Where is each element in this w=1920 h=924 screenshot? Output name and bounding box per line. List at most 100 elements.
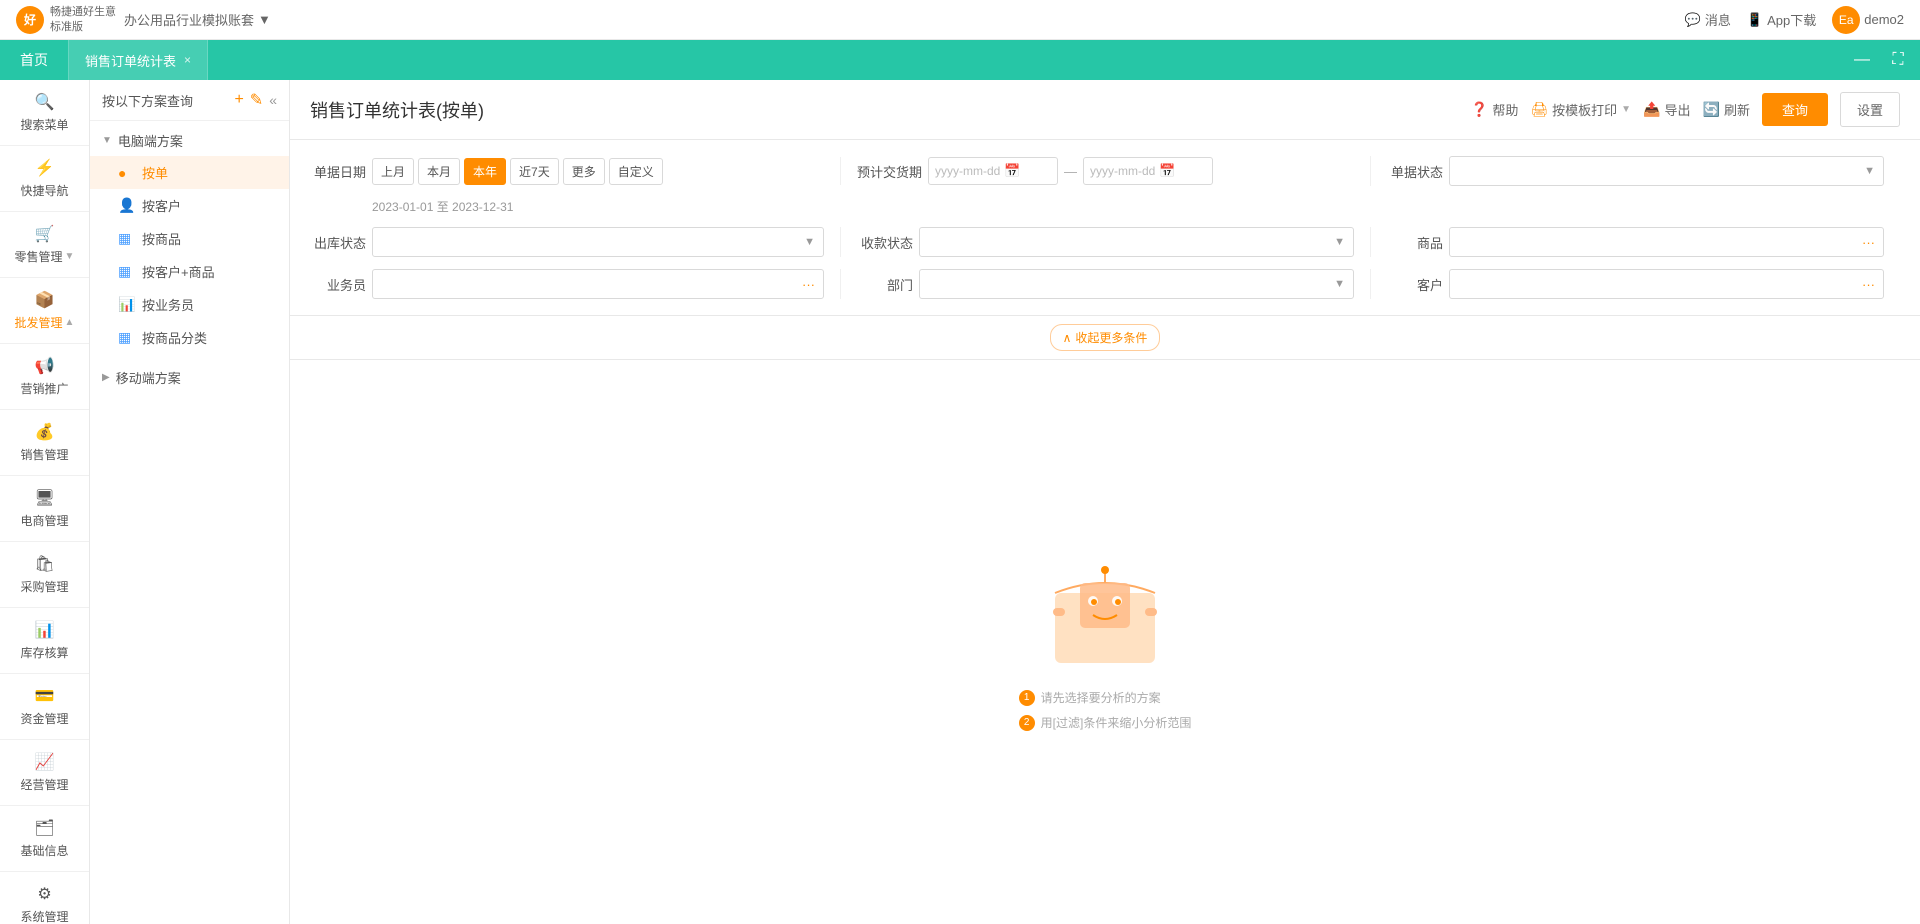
date-filter-col: 单据日期 上月 本月 本年 近7天 更多 自定义 xyxy=(310,158,840,185)
sidebar-item-marketing[interactable]: 📢 营销推广 xyxy=(0,344,89,410)
tab-minimize-icon[interactable]: — xyxy=(1848,46,1876,74)
customer-input[interactable]: ··· xyxy=(1449,269,1884,299)
salesman-dots[interactable]: ··· xyxy=(802,277,815,292)
by-cust-goods-icon: ▦ xyxy=(118,263,134,280)
tab-maximize-icon[interactable]: ⛶ xyxy=(1884,46,1912,74)
system-icon: ⚙ xyxy=(37,884,51,904)
status-select-arrow: ▼ xyxy=(1864,165,1875,177)
download-icon: 📱 xyxy=(1747,12,1763,28)
sidebar-item-wholesale[interactable]: 📦 批发管理 ▲ xyxy=(0,278,89,344)
operation-icon: 📈 xyxy=(35,752,55,772)
tab-bar-right: — ⛶ xyxy=(1848,46,1920,74)
top-header: 好 畅捷通好生意 标准版 办公用品行业模拟账套 ▼ 💬 消息 📱 App下载 E… xyxy=(0,0,1920,40)
filter-area: 单据日期 上月 本月 本年 近7天 更多 自定义 预计交货期 xyxy=(290,140,1920,316)
status-select[interactable]: ▼ xyxy=(1449,156,1884,186)
header-left: 好 畅捷通好生意 标准版 办公用品行业模拟账套 ▼ xyxy=(16,5,271,34)
collapse-arrow-icon: ∧ xyxy=(1063,331,1072,345)
sidebar-item-purchase[interactable]: 🛍 采购管理 xyxy=(0,542,89,608)
date-btn-7days[interactable]: 近7天 xyxy=(510,158,559,185)
date-btn-custom[interactable]: 自定义 xyxy=(609,158,663,185)
department-select[interactable]: ▼ xyxy=(919,269,1354,299)
scheme-group-mobile: ▶ 移动端方案 xyxy=(90,358,289,397)
scheme-item-by-salesman[interactable]: 📊 按业务员 xyxy=(90,288,289,321)
delivery-col: 出库状态 ▼ xyxy=(310,227,840,257)
expected-date-end[interactable]: yyyy-mm-dd 📅 xyxy=(1083,157,1213,185)
scheme-group-mobile-header[interactable]: ▶ 移动端方案 xyxy=(90,362,289,393)
scheme-panel: 按以下方案查询 + ✎ « ▼ 电脑端方案 ● 按单 👤 按客户 xyxy=(90,80,290,924)
goods-dots[interactable]: ··· xyxy=(1862,235,1875,250)
sidebar-item-sales[interactable]: 💰 销售管理 xyxy=(0,410,89,476)
scheme-edit-btn[interactable]: ✎ xyxy=(250,90,263,110)
tab-close-btn[interactable]: × xyxy=(184,53,191,67)
hint-num-1: 1 xyxy=(1019,690,1035,706)
sidebar-item-inventory[interactable]: 📊 库存核算 xyxy=(0,608,89,674)
sidebar-item-shortcut[interactable]: ⚡ 快捷导航 xyxy=(0,146,89,212)
delivery-select[interactable]: ▼ xyxy=(372,227,824,257)
retail-icon: 🛒 xyxy=(35,224,55,244)
header-right: 💬 消息 📱 App下载 Ea demo2 xyxy=(1685,6,1904,34)
goods-col: 商品 ··· xyxy=(1370,227,1900,257)
date-btn-this-month[interactable]: 本月 xyxy=(418,158,460,185)
expected-date-label: 预计交货期 xyxy=(857,162,922,181)
receipt-arrow: ▼ xyxy=(1334,236,1345,248)
sidebar-item-system[interactable]: ⚙ 系统管理 xyxy=(0,872,89,924)
sidebar-item-basic[interactable]: 🗂 基础信息 xyxy=(0,806,89,872)
template-print-btn[interactable]: 🖨 按模板打印 ▼ xyxy=(1530,100,1631,119)
customer-label: 客户 xyxy=(1387,275,1443,294)
receipt-label: 收款状态 xyxy=(857,233,913,252)
by-order-icon: ● xyxy=(118,165,134,181)
date-btn-more[interactable]: 更多 xyxy=(563,158,605,185)
salesman-input[interactable]: ··· xyxy=(372,269,824,299)
print-icon: 🖨 xyxy=(1530,101,1548,118)
sidebar-item-retail[interactable]: 🛒 零售管理 ▼ xyxy=(0,212,89,278)
sidebar: 🔍 搜索菜单 ⚡ 快捷导航 🛒 零售管理 ▼ 📦 批发管理 ▲ 📢 营销推广 xyxy=(0,80,90,924)
scheme-item-by-customer[interactable]: 👤 按客户 xyxy=(90,189,289,222)
expected-date-col: 预计交货期 yyyy-mm-dd 📅 — yyyy-mm-dd 📅 xyxy=(840,157,1370,185)
scheme-item-by-order[interactable]: ● 按单 xyxy=(90,156,289,189)
help-btn[interactable]: ❓ 帮助 xyxy=(1471,100,1518,119)
sidebar-item-ecom[interactable]: 🖥 电商管理 xyxy=(0,476,89,542)
breadcrumb[interactable]: 办公用品行业模拟账套 ▼ xyxy=(124,10,271,29)
expected-date-start[interactable]: yyyy-mm-dd 📅 xyxy=(928,157,1058,185)
logo-area: 好 畅捷通好生意 标准版 xyxy=(16,5,116,34)
scheme-item-by-goods[interactable]: ▦ 按商品 xyxy=(90,222,289,255)
wholesale-icon: 📦 xyxy=(35,290,55,310)
sidebar-item-finance[interactable]: 💳 资金管理 xyxy=(0,674,89,740)
user-area[interactable]: Ea demo2 xyxy=(1832,6,1904,34)
refresh-btn[interactable]: 🔄 刷新 xyxy=(1703,100,1750,119)
scheme-item-by-cust-goods[interactable]: ▦ 按客户+商品 xyxy=(90,255,289,288)
scheme-add-btn[interactable]: + xyxy=(234,91,243,109)
scheme-collapse-btn[interactable]: « xyxy=(269,92,277,108)
customer-dots[interactable]: ··· xyxy=(1862,277,1875,292)
date-label: 单据日期 xyxy=(310,162,366,181)
message-btn[interactable]: 💬 消息 xyxy=(1685,10,1731,29)
sidebar-item-operation[interactable]: 📈 经营管理 xyxy=(0,740,89,806)
logo-icon: 好 xyxy=(16,6,44,34)
app-download-btn[interactable]: 📱 App下载 xyxy=(1747,10,1816,29)
goods-label: 商品 xyxy=(1387,233,1443,252)
date-btn-last-month[interactable]: 上月 xyxy=(372,158,414,185)
sidebar-item-search[interactable]: 🔍 搜索菜单 xyxy=(0,80,89,146)
export-btn[interactable]: 📤 导出 xyxy=(1643,100,1690,119)
by-goods-icon: ▦ xyxy=(118,230,134,247)
scheme-item-by-category[interactable]: ▦ 按商品分类 xyxy=(90,321,289,354)
hint-num-2: 2 xyxy=(1019,715,1035,731)
main-content: 销售订单统计表(按单) ❓ 帮助 🖨 按模板打印 ▼ 📤 xyxy=(290,80,1920,924)
query-button[interactable]: 查询 xyxy=(1762,93,1828,126)
settings-button[interactable]: 设置 xyxy=(1840,92,1900,127)
scheme-group-pc-header[interactable]: ▼ 电脑端方案 xyxy=(90,125,289,156)
receipt-col: 收款状态 ▼ xyxy=(840,227,1370,257)
date-range-text: 2023-01-01 至 2023-12-31 xyxy=(372,198,513,215)
department-label: 部门 xyxy=(857,275,913,294)
collapse-more-btn[interactable]: ∧ 收起更多条件 xyxy=(1050,324,1161,351)
goods-input[interactable]: ··· xyxy=(1449,227,1884,257)
tab-sales-order[interactable]: 销售订单统计表 × xyxy=(69,40,208,80)
department-col: 部门 ▼ xyxy=(840,269,1370,299)
tab-home[interactable]: 首页 xyxy=(0,40,69,80)
empty-hints: 1 请先选择要分析的方案 2 用[过滤]条件来缩小分析范围 xyxy=(1019,689,1192,731)
date-btn-this-year[interactable]: 本年 xyxy=(464,158,506,185)
receipt-select[interactable]: ▼ xyxy=(919,227,1354,257)
basic-icon: 🗂 xyxy=(34,818,54,838)
hint-1: 1 请先选择要分析的方案 xyxy=(1019,689,1192,706)
page-actions: ❓ 帮助 🖨 按模板打印 ▼ 📤 导出 🔄 xyxy=(1471,92,1900,127)
